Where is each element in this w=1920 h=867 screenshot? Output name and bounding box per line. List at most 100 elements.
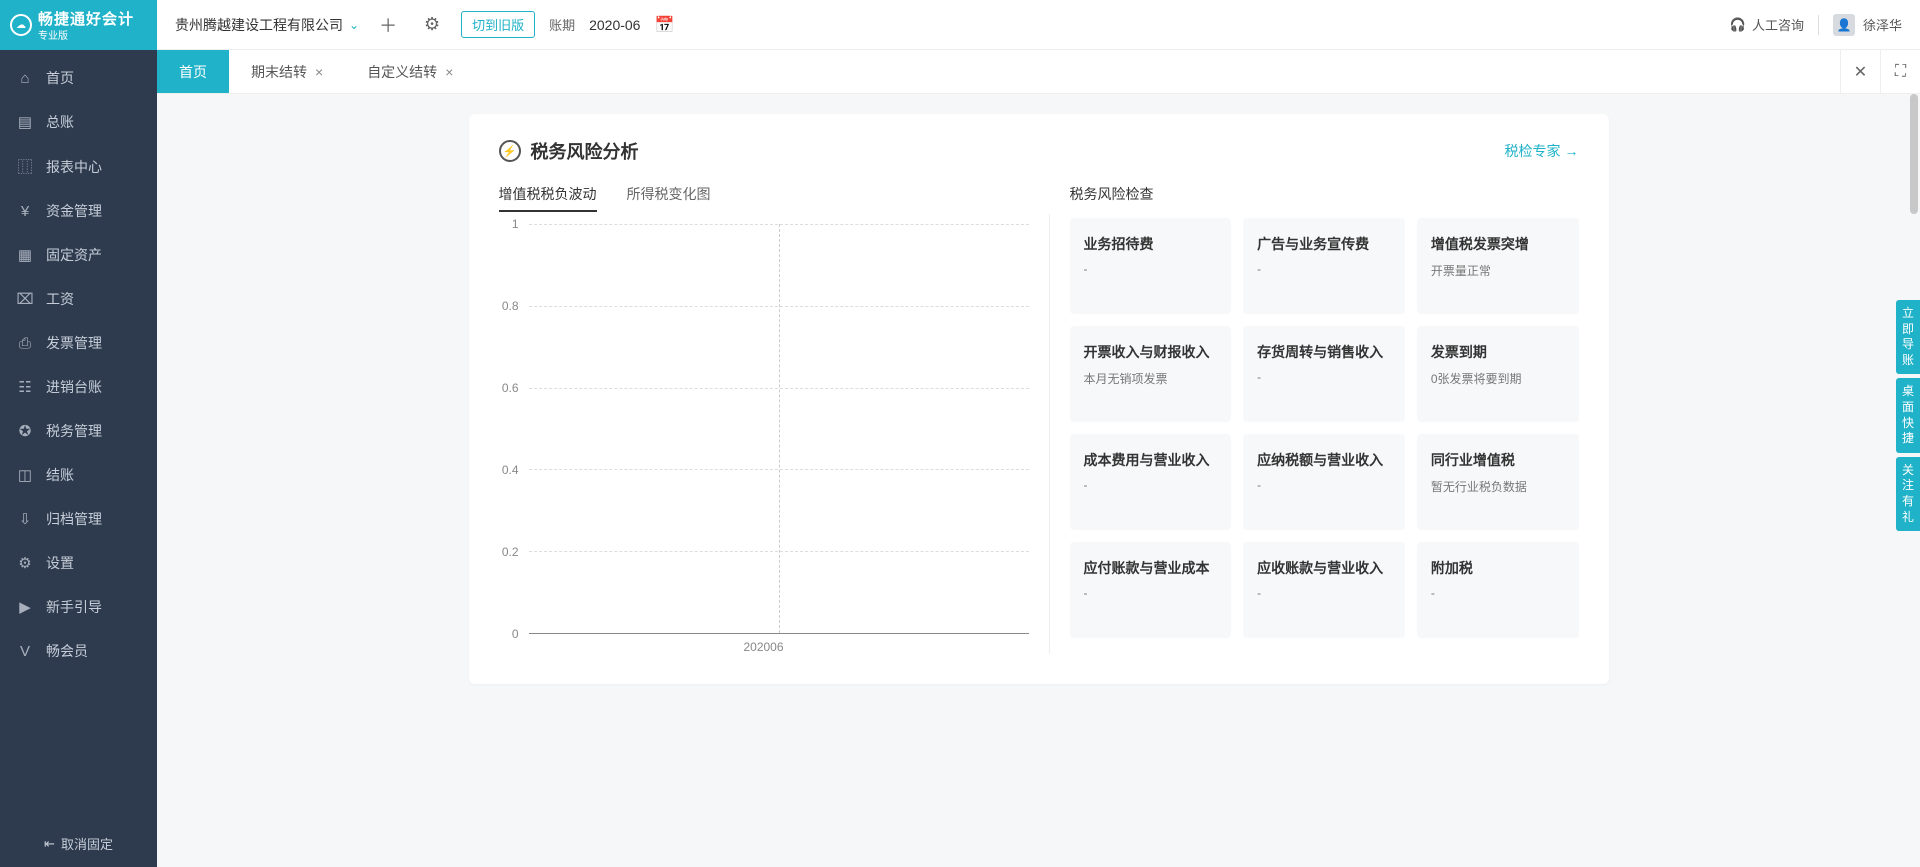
risk-title: 成本费用与营业收入 — [1084, 450, 1218, 470]
headset-icon: 🎧 — [1730, 17, 1746, 33]
sidebar-item-7[interactable]: ☷进销台账 — [0, 365, 157, 409]
switch-old-button[interactable]: 切到旧版 — [461, 11, 535, 38]
tab-1[interactable]: 期末结转× — [229, 50, 345, 93]
tab-0[interactable]: 首页 — [157, 50, 229, 93]
sidebar-item-10[interactable]: ⇩归档管理 — [0, 497, 157, 541]
sidebar-item-11[interactable]: ⚙设置 — [0, 541, 157, 585]
period-value: 2020-06 — [589, 17, 640, 33]
risk-card-6[interactable]: 成本费用与营业收入- — [1070, 434, 1232, 530]
unpin-label: 取消固定 — [61, 834, 113, 853]
add-icon[interactable]: ＋ — [373, 12, 403, 38]
chart-plot — [529, 224, 1029, 634]
sidebar-item-13[interactable]: V畅会员 — [0, 629, 157, 673]
y-tick: 0 — [512, 627, 519, 641]
sidebar-item-3[interactable]: ¥资金管理 — [0, 189, 157, 233]
sticky-actions: 立即导账桌面快捷关注有礼 — [1896, 300, 1920, 531]
arrow-right-icon: → — [1565, 143, 1579, 159]
close-icon[interactable]: × — [445, 64, 453, 80]
user-menu[interactable]: 👤 徐泽华 — [1833, 14, 1902, 36]
chevron-down-icon: ⌄ — [349, 18, 359, 32]
y-tick: 0.2 — [502, 545, 519, 559]
brand-name: 畅捷通好会计 — [38, 8, 134, 29]
nav-label: 首页 — [46, 68, 74, 88]
close-icon[interactable]: × — [315, 64, 323, 80]
avatar: 👤 — [1833, 14, 1855, 36]
x-tick: 202006 — [743, 640, 783, 654]
risk-desc: - — [1257, 478, 1391, 492]
risk-card-4[interactable]: 存货周转与销售收入 - — [1243, 326, 1405, 422]
risk-card-7[interactable]: 应纳税额与营业收入 - — [1243, 434, 1405, 530]
nav-label: 发票管理 — [46, 333, 102, 353]
fullscreen-icon[interactable]: ⛶ — [1880, 50, 1920, 93]
sidebar-item-9[interactable]: ◫结账 — [0, 453, 157, 497]
period-label: 账期 — [549, 15, 575, 34]
sidebar-item-5[interactable]: ⌧ 工资 — [0, 277, 157, 321]
risk-card-5[interactable]: 发票到期 0张发票将要到期 — [1417, 326, 1579, 422]
nav-icon: ⚙ — [16, 554, 34, 572]
tab-2[interactable]: 自定义结转× — [345, 50, 475, 93]
nav-label: 畅会员 — [46, 641, 88, 661]
risk-title: 发票到期 — [1431, 342, 1565, 362]
risk-card-0[interactable]: 业务招待费- — [1070, 218, 1232, 314]
nav-icon: ▶ — [16, 598, 34, 616]
nav-label: 结账 — [46, 465, 74, 485]
risk-card-11[interactable]: 附加税- — [1417, 542, 1579, 638]
user-name: 徐泽华 — [1863, 15, 1902, 34]
nav-label: 工资 — [46, 289, 74, 309]
nav-label: 固定资产 — [46, 245, 102, 265]
sidebar-item-8[interactable]: ✪税务管理 — [0, 409, 157, 453]
risk-desc: 0张发票将要到期 — [1431, 370, 1565, 387]
risk-title: 存货周转与销售收入 — [1257, 342, 1391, 362]
bolt-icon: ⚡ — [499, 140, 521, 162]
sidebar-item-2[interactable]: ⿲报表中心 — [0, 144, 157, 189]
main-nav: ⌂ 首页 ▤总账⿲报表中心¥资金管理 ▦ 固定资产 ⌧ 工资 ⎙ 发票管理 ☷进销台账✪税务管理◫… — [0, 50, 157, 820]
nav-icon: ▦ — [16, 246, 34, 264]
risk-check-title: 税务风险检查 — [1070, 184, 1579, 204]
risk-desc: - — [1431, 586, 1565, 600]
sidebar-item-1[interactable]: ▤总账 — [0, 100, 157, 144]
sidebar-item-4[interactable]: ▦ 固定资产 — [0, 233, 157, 277]
sidebar-item-6[interactable]: ⎙ 发票管理 — [0, 321, 157, 365]
risk-title: 应收账款与营业收入 — [1257, 558, 1391, 578]
nav-icon: ⌧ — [16, 290, 34, 308]
support-link[interactable]: 🎧 人工咨询 — [1730, 15, 1804, 34]
unpin-sidebar[interactable]: ⇤ 取消固定 — [0, 820, 157, 867]
risk-desc: - — [1084, 262, 1218, 276]
nav-icon: ¥ — [16, 203, 34, 220]
gear-icon[interactable]: ⚙ — [417, 14, 447, 35]
calendar-icon[interactable]: 📅 — [654, 15, 674, 35]
chart-tab-0[interactable]: 增值税税负波动 — [499, 184, 597, 212]
chart-tab-1[interactable]: 所得税变化图 — [627, 184, 711, 212]
sticky-btn-0[interactable]: 立即导账 — [1896, 300, 1920, 374]
brand-edition: 专业版 — [38, 27, 134, 42]
risk-title: 应纳税额与营业收入 — [1257, 450, 1391, 470]
tax-expert-link[interactable]: 税检专家 → — [1505, 141, 1579, 161]
risk-card-2[interactable]: 增值税发票突增开票量正常 — [1417, 218, 1579, 314]
sidebar-item-0[interactable]: ⌂ 首页 — [0, 56, 157, 100]
risk-grid: 业务招待费-广告与业务宣传费-增值税发票突增开票量正常开票收入与财报收入本月无销… — [1070, 218, 1579, 638]
brand-logo: ☁ 畅捷通好会计 专业版 — [0, 0, 157, 50]
risk-desc: 暂无行业税负数据 — [1431, 478, 1565, 495]
risk-card-9[interactable]: 应付账款与营业成本- — [1070, 542, 1232, 638]
y-tick: 0.4 — [502, 463, 519, 477]
unpin-icon: ⇤ — [44, 836, 55, 852]
risk-card-1[interactable]: 广告与业务宣传费- — [1243, 218, 1405, 314]
risk-card-8[interactable]: 同行业增值税暂无行业税负数据 — [1417, 434, 1579, 530]
scrollbar[interactable] — [1910, 94, 1918, 214]
risk-card-3[interactable]: 开票收入与财报收入本月无销项发票 — [1070, 326, 1232, 422]
sticky-btn-1[interactable]: 桌面快捷 — [1896, 378, 1920, 452]
sidebar-item-12[interactable]: ▶新手引导 — [0, 585, 157, 629]
nav-icon: ⿲ — [16, 156, 34, 177]
risk-desc: - — [1257, 370, 1391, 384]
close-all-tabs[interactable]: ✕ — [1840, 50, 1880, 93]
topbar: 贵州腾越建设工程有限公司 ⌄ ＋ ⚙ 切到旧版 账期 2020-06 📅 🎧 人… — [157, 0, 1920, 50]
support-label: 人工咨询 — [1752, 15, 1804, 34]
risk-title: 增值税发票突增 — [1431, 234, 1565, 254]
sticky-btn-2[interactable]: 关注有礼 — [1896, 457, 1920, 531]
risk-title: 广告与业务宣传费 — [1257, 234, 1391, 254]
nav-icon: ⎙ — [16, 335, 34, 352]
risk-card-10[interactable]: 应收账款与营业收入- — [1243, 542, 1405, 638]
nav-icon: ⌂ — [16, 70, 34, 87]
company-selector[interactable]: 贵州腾越建设工程有限公司 ⌄ — [175, 15, 359, 35]
y-tick: 0.6 — [502, 381, 519, 395]
